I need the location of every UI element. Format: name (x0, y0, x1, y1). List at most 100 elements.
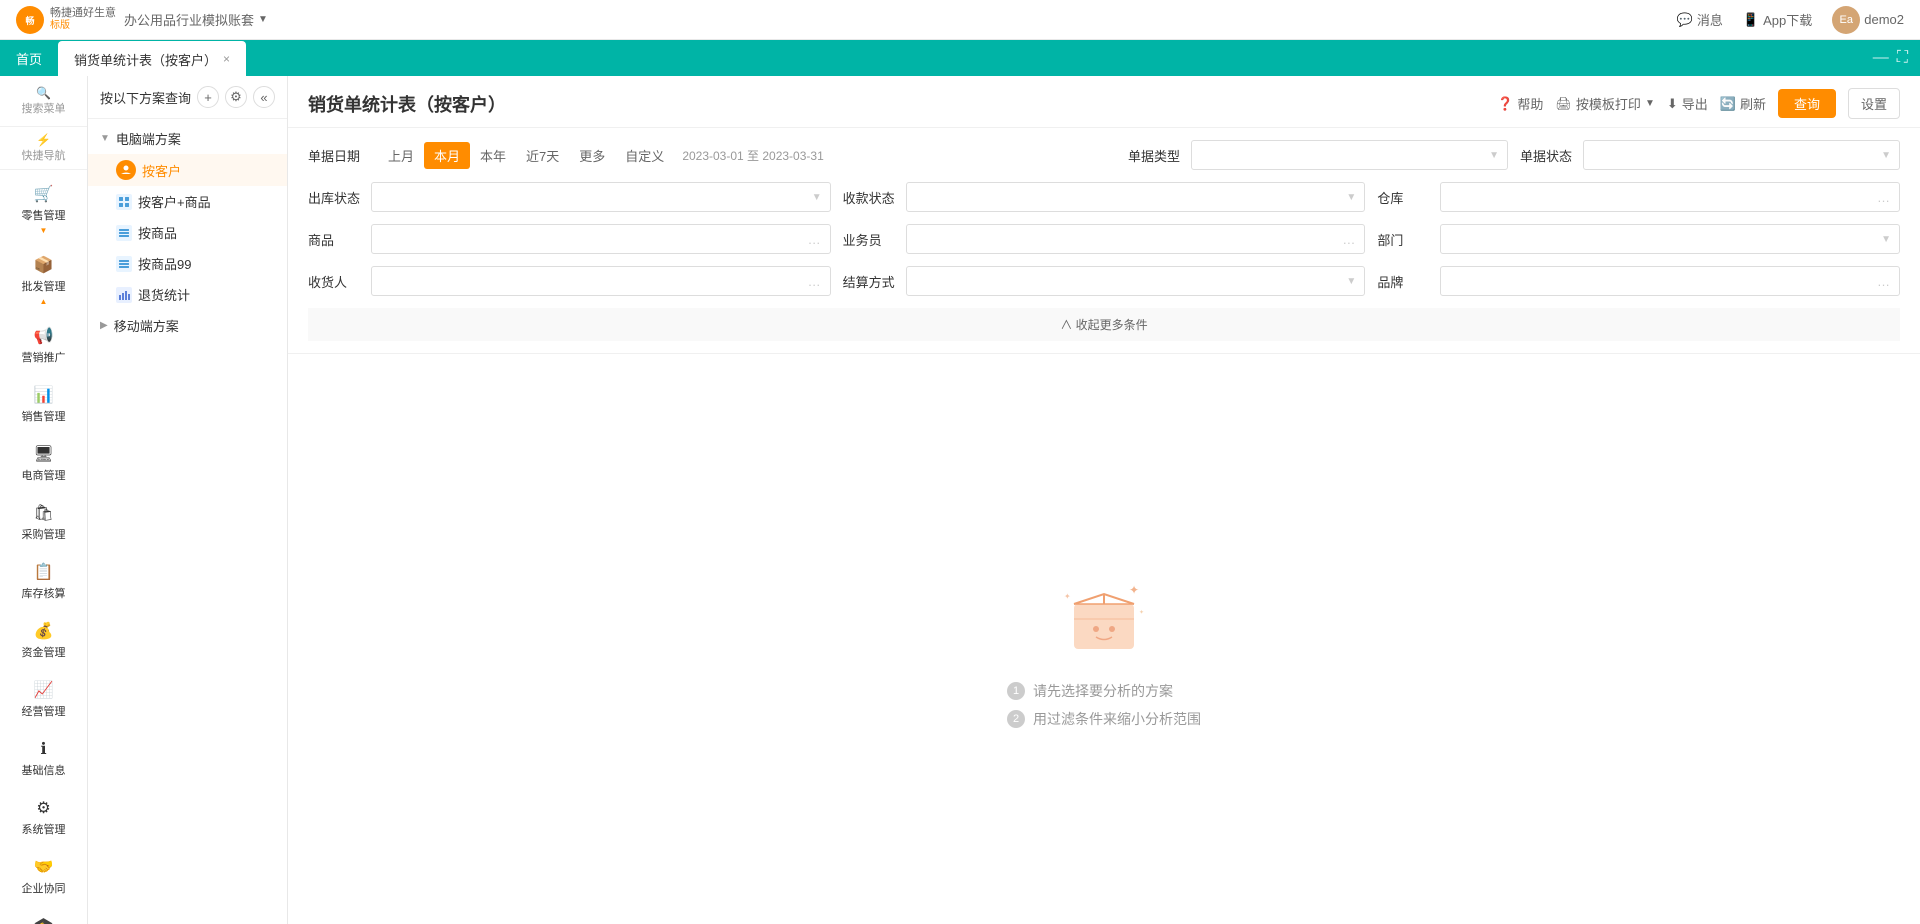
enterprise-icon: 🤝 (34, 857, 54, 877)
help-btn[interactable]: ❓ 帮助 (1497, 94, 1543, 113)
tree-item-by-customer-product-label: 按客户+商品 (138, 192, 211, 211)
order-type-control: ▼ (1191, 140, 1508, 170)
brand-select[interactable]: … (1440, 266, 1900, 296)
message-btn[interactable]: 💬 消息 (1677, 10, 1723, 29)
filter-col-recipient: 收货人 … (308, 266, 831, 296)
logo-icon: 畅 (16, 6, 44, 34)
product-select[interactable]: … (371, 224, 831, 254)
settings-btn[interactable]: 设置 (1848, 88, 1900, 119)
tab-bar-actions: — ⛶ (1873, 49, 1920, 67)
delivery-control: ▼ (371, 182, 831, 212)
logo-area: 畅 畅捷通好生意 标版 (16, 6, 116, 34)
filter-row-4: 收货人 … 结算方式 ▼ (308, 266, 1900, 296)
payment-arrow-icon: ▼ (1346, 192, 1356, 203)
sidebar-item-inventory[interactable]: 📋 库存核算 (0, 552, 87, 611)
system-icon: ⚙ (36, 798, 50, 818)
order-status-select[interactable]: ▼ (1583, 140, 1900, 170)
delivery-select[interactable]: ▼ (371, 182, 831, 212)
sidebar-item-enterprise[interactable]: 🤝 企业协同 (0, 847, 87, 906)
wholesale-icon: 📦 (34, 255, 54, 275)
help-icon: ❓ (1497, 96, 1513, 112)
print-btn[interactable]: 🖨 按模板打印 ▼ (1555, 94, 1654, 113)
tab-home[interactable]: 首页 (0, 40, 58, 76)
settlement-select[interactable]: ▼ (906, 266, 1366, 296)
tree-item-by-customer-product[interactable]: 按客户+商品 (88, 186, 287, 217)
warehouse-select[interactable]: … (1440, 182, 1900, 212)
newbie-icon: 🎓 (34, 916, 54, 924)
order-type-select[interactable]: ▼ (1191, 140, 1508, 170)
sidebar: 🔍 搜索菜单 ⚡ 快捷导航 🛒 零售管理 ▼ 📦 批发管理 ▲ 📢 营销推广 📊… (0, 76, 88, 924)
salesperson-select[interactable]: … (906, 224, 1366, 254)
tree-item-by-product[interactable]: 按商品 (88, 217, 287, 248)
sidebar-item-operations[interactable]: 📈 经营管理 (0, 670, 87, 729)
order-status-control: ▼ (1583, 140, 1900, 170)
collapse-bar[interactable]: ∧ 收起更多条件 (308, 308, 1900, 341)
filter-area: 单据日期 上月 本月 本年 近7天 更多 自定义 2023-03-01 至 20… (288, 128, 1920, 354)
search-icon: 🔍 (8, 86, 79, 100)
sidebar-item-purchase[interactable]: 🛍 采购管理 (0, 493, 87, 552)
step-2-icon: 2 (1007, 710, 1025, 728)
by-product-99-icon (116, 256, 132, 272)
svg-text:✦: ✦ (1139, 609, 1144, 616)
sidebar-item-ecommerce[interactable]: 🖥 电商管理 (0, 434, 87, 493)
query-btn[interactable]: 查询 (1778, 89, 1836, 118)
sidebar-item-system[interactable]: ⚙ 系统管理 (0, 788, 87, 847)
sidebar-item-retail[interactable]: 🛒 零售管理 ▼ (0, 174, 87, 245)
header-left: 畅 畅捷通好生意 标版 办公用品行业模拟账套 ▼ (16, 6, 268, 34)
export-btn[interactable]: ⬇ 导出 (1667, 94, 1708, 113)
tree-item-by-customer[interactable]: 按客户 (88, 154, 287, 186)
panel-add-btn[interactable]: + (197, 86, 219, 108)
tab-active[interactable]: 销货单统计表（按客户） × (58, 41, 246, 77)
department-select[interactable]: ▼ (1440, 224, 1900, 254)
user-area[interactable]: Ea demo2 (1832, 6, 1904, 34)
date-btn-this-year[interactable]: 本年 (470, 142, 516, 169)
tab-close-icon[interactable]: × (223, 52, 230, 66)
sidebar-item-finance[interactable]: 💰 资金管理 (0, 611, 87, 670)
date-btn-custom[interactable]: 自定义 (615, 142, 674, 169)
tab-bar: 首页 销货单统计表（按客户） × — ⛶ (0, 40, 1920, 76)
sidebar-item-basic[interactable]: ℹ 基础信息 (0, 729, 87, 788)
settlement-label: 结算方式 (843, 272, 898, 291)
tree-item-by-product-99[interactable]: 按商品99 (88, 248, 287, 279)
date-btn-7days[interactable]: 近7天 (516, 142, 569, 169)
payment-select[interactable]: ▼ (906, 182, 1366, 212)
industry-selector[interactable]: 办公用品行业模拟账套 ▼ (124, 10, 268, 29)
left-panel-title: 按以下方案查询 (100, 88, 191, 107)
app-download-btn[interactable]: 📱 App下载 (1743, 10, 1812, 29)
tab-restore-icon[interactable]: — (1873, 49, 1889, 67)
sidebar-item-newbie[interactable]: 🎓 新手引导 (0, 906, 87, 924)
tree-item-return-stats[interactable]: 退货统计 (88, 279, 287, 310)
delivery-label: 出库状态 (308, 188, 363, 207)
filter-col-settlement: 结算方式 ▼ (843, 266, 1366, 296)
panel-collapse-btn[interactable]: « (253, 86, 275, 108)
sidebar-search[interactable]: 🔍 搜索菜单 (0, 76, 87, 127)
sales-icon: 📊 (34, 385, 54, 405)
sidebar-nav[interactable]: ⚡ 快捷导航 (0, 127, 87, 170)
delivery-arrow-icon: ▼ (812, 192, 822, 203)
warehouse-dots-icon: … (1877, 190, 1891, 205)
brand-control: … (1440, 266, 1900, 296)
recipient-label: 收货人 (308, 272, 363, 291)
date-btn-more[interactable]: 更多 (569, 142, 615, 169)
sidebar-item-marketing[interactable]: 📢 营销推广 (0, 316, 87, 375)
panel-settings-btn[interactable]: ⚙ (225, 86, 247, 108)
salesperson-dots-icon: … (1342, 232, 1356, 247)
tree-group-mobile[interactable]: ▶ 移动端方案 (88, 310, 287, 341)
date-btn-last-month[interactable]: 上月 (378, 142, 424, 169)
sidebar-item-wholesale[interactable]: 📦 批发管理 ▲ (0, 245, 87, 316)
date-btn-this-month[interactable]: 本月 (424, 142, 470, 169)
tree-arrow-icon: ▼ (100, 133, 110, 144)
salesperson-label: 业务员 (843, 230, 898, 249)
product-dots-icon: … (808, 232, 822, 247)
avatar: Ea (1832, 6, 1860, 34)
refresh-btn[interactable]: 🔄 刷新 (1720, 94, 1766, 113)
tab-maximize-icon[interactable]: ⛶ (1897, 49, 1908, 67)
sidebar-item-sales[interactable]: 📊 销售管理 (0, 375, 87, 434)
download-icon: 📱 (1743, 12, 1759, 28)
recipient-select[interactable]: … (371, 266, 831, 296)
left-panel: 按以下方案查询 + ⚙ « ▼ 电脑端方案 按客户 (88, 76, 288, 924)
filter-col-delivery: 出库状态 ▼ (308, 182, 831, 212)
page-title-bar: 销货单统计表（按客户） ❓ 帮助 🖨 按模板打印 ▼ ⬇ 导出 🔄 刷新 (288, 76, 1920, 128)
tree-group-desktop-header[interactable]: ▼ 电脑端方案 (88, 123, 287, 154)
inventory-icon: 📋 (34, 562, 54, 582)
